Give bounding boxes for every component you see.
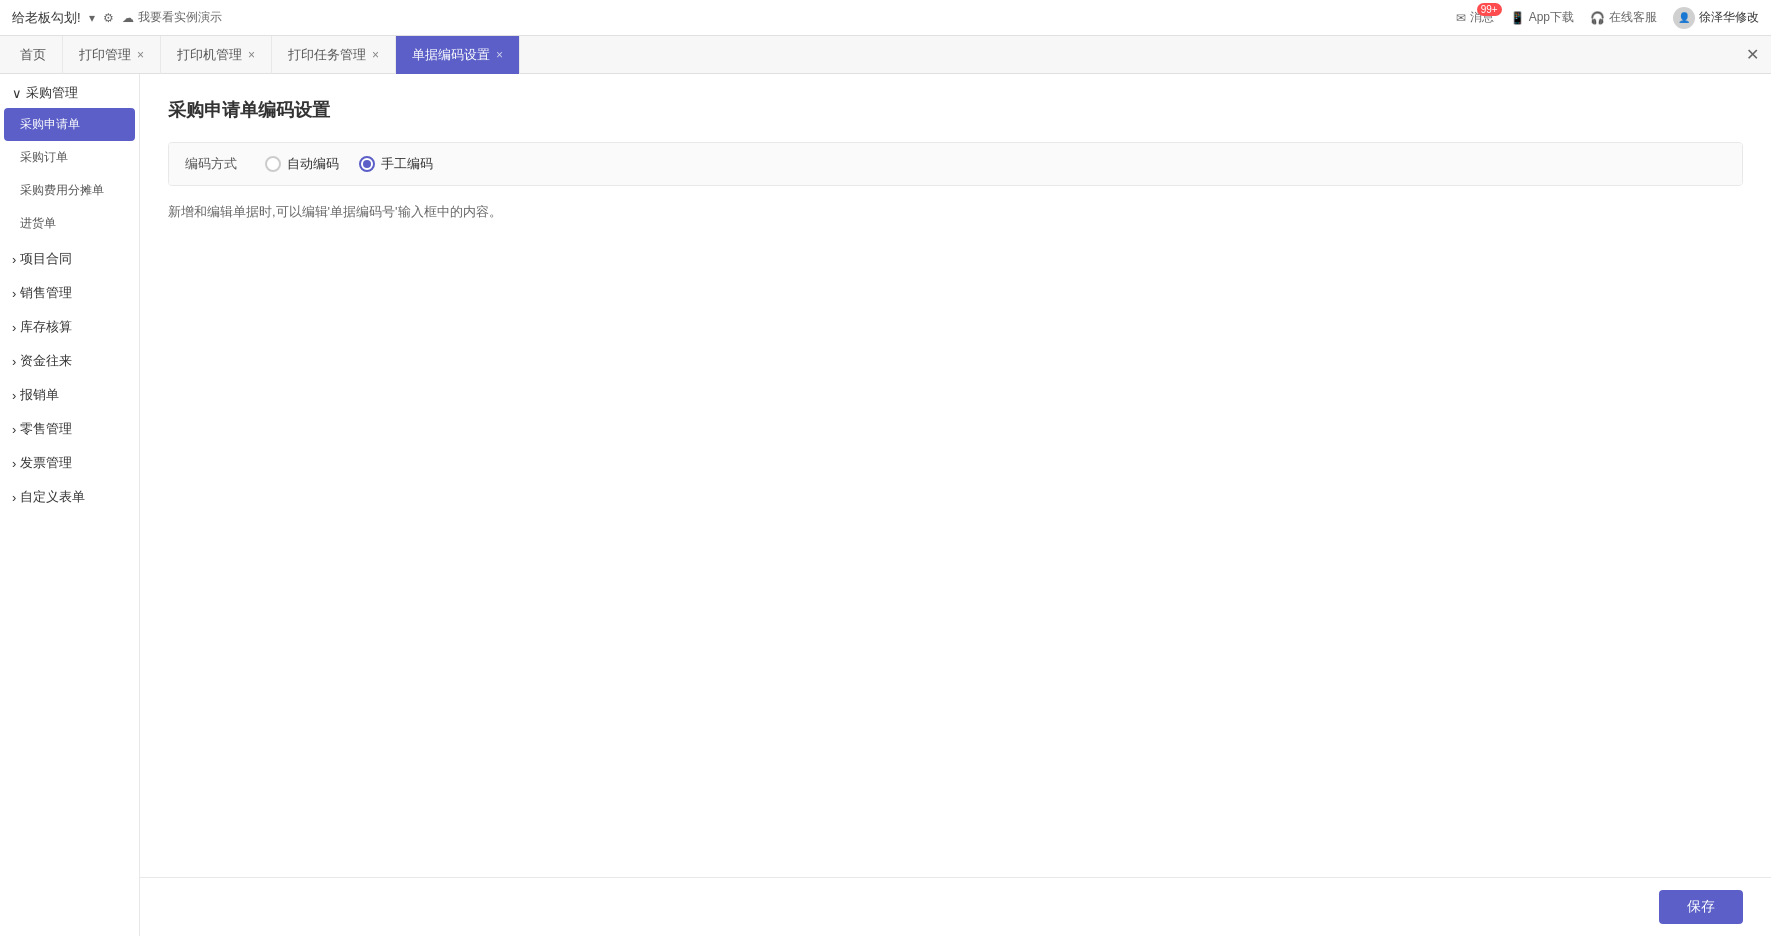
sidebar-group-project-contract-label: 项目合同 [20, 250, 72, 268]
tab-print-mgmt-label: 打印管理 [79, 46, 131, 64]
tab-print-task-label: 打印任务管理 [288, 46, 366, 64]
top-bar: 给老板勾划! ▾ ⚙ ☁ 我要看实例演示 ✉ 消息 99+ 📱 App下载 🎧 … [0, 0, 1771, 36]
main-layout: ∨ 采购管理 采购申请单 采购订单 采购费用分摊单 进货单 › 项目合同 › 销… [0, 74, 1771, 936]
chevron-right-icon-3: › [12, 320, 16, 335]
content-inner: 采购申请单编码设置 编码方式 自动编码 手工编码 [140, 74, 1771, 877]
tab-print-task[interactable]: 打印任务管理 × [272, 36, 396, 74]
page-title: 采购申请单编码设置 [168, 98, 1743, 122]
cloud-icon: ☁ [122, 11, 134, 25]
message-badge: 99+ [1477, 3, 1502, 16]
sidebar-item-purchase-request[interactable]: 采购申请单 [4, 108, 135, 141]
radio-auto-encoding[interactable]: 自动编码 [265, 155, 339, 173]
radio-manual-encoding[interactable]: 手工编码 [359, 155, 433, 173]
message-icon: ✉ [1456, 11, 1466, 25]
customer-service-button[interactable]: 🎧 在线客服 [1590, 9, 1657, 26]
settings-icon[interactable]: ⚙ [103, 11, 114, 25]
sidebar-group-returns-header[interactable]: › 报销单 [0, 376, 139, 410]
sidebar-group-custom-forms-header[interactable]: › 自定义表单 [0, 478, 139, 512]
sidebar-item-goods-receipt-label: 进货单 [20, 216, 56, 230]
save-button[interactable]: 保存 [1659, 890, 1743, 924]
tab-printer-mgmt-label: 打印机管理 [177, 46, 242, 64]
sidebar-group-inventory-header[interactable]: › 库存核算 [0, 308, 139, 342]
sidebar-item-purchase-expense[interactable]: 采购费用分摊单 [0, 174, 139, 207]
sidebar-group-inventory-label: 库存核算 [20, 318, 72, 336]
avatar: 👤 [1673, 7, 1695, 29]
app-download-button[interactable]: 📱 App下载 [1510, 9, 1574, 26]
chevron-right-icon-2: › [12, 286, 16, 301]
sidebar-group-funds-label: 资金往来 [20, 352, 72, 370]
demo-link[interactable]: ☁ 我要看实例演示 [122, 9, 222, 26]
tab-barcode-settings-label: 单据编码设置 [412, 46, 490, 64]
radio-auto-circle [265, 156, 281, 172]
radio-auto-label: 自动编码 [287, 155, 339, 173]
tab-print-mgmt-close[interactable]: × [137, 48, 144, 62]
sidebar-group-purchase-mgmt-header[interactable]: ∨ 采购管理 [0, 74, 139, 108]
chevron-right-icon-4: › [12, 354, 16, 369]
encoding-radio-group: 自动编码 手工编码 [265, 155, 433, 173]
tabs-bar: 首页 打印管理 × 打印机管理 × 打印任务管理 × 单据编码设置 × ✕ [0, 36, 1771, 74]
tab-print-task-close[interactable]: × [372, 48, 379, 62]
sidebar-group-funds-header[interactable]: › 资金往来 [0, 342, 139, 376]
sidebar-item-purchase-expense-label: 采购费用分摊单 [20, 183, 104, 197]
tab-printer-mgmt-close[interactable]: × [248, 48, 255, 62]
encoding-method-row: 编码方式 自动编码 手工编码 [169, 143, 1742, 185]
tab-printer-mgmt[interactable]: 打印机管理 × [161, 36, 272, 74]
sidebar-group-retail-header[interactable]: › 零售管理 [0, 410, 139, 444]
sidebar-group-purchase-mgmt-label: 采购管理 [26, 84, 78, 102]
hint-text: 新增和编辑单据时,可以编辑'单据编码号'输入框中的内容。 [168, 202, 1743, 223]
tab-barcode-settings[interactable]: 单据编码设置 × [396, 36, 520, 74]
tab-home-label: 首页 [20, 46, 46, 64]
sidebar-item-purchase-order-label: 采购订单 [20, 150, 68, 164]
chevron-right-icon-5: › [12, 388, 16, 403]
user-menu[interactable]: 👤 徐泽华修改 [1673, 7, 1759, 29]
dropdown-icon[interactable]: ▾ [89, 11, 95, 25]
tab-print-mgmt[interactable]: 打印管理 × [63, 36, 161, 74]
tab-barcode-settings-close[interactable]: × [496, 48, 503, 62]
tab-home[interactable]: 首页 [4, 36, 63, 74]
radio-manual-label: 手工编码 [381, 155, 433, 173]
sidebar-item-purchase-request-label: 采购申请单 [20, 117, 80, 131]
chevron-right-icon-6: › [12, 422, 16, 437]
content-footer: 保存 [140, 877, 1771, 936]
sidebar-group-sales-mgmt-header[interactable]: › 销售管理 [0, 274, 139, 308]
radio-manual-dot [363, 160, 371, 168]
encoding-form: 编码方式 自动编码 手工编码 [168, 142, 1743, 186]
sidebar-group-purchase-mgmt: ∨ 采购管理 采购申请单 采购订单 采购费用分摊单 进货单 [0, 74, 139, 240]
sidebar-group-returns-label: 报销单 [20, 386, 59, 404]
content-area: 采购申请单编码设置 编码方式 自动编码 手工编码 [140, 74, 1771, 936]
encoding-method-label: 编码方式 [185, 155, 265, 173]
chevron-right-icon-1: › [12, 252, 16, 267]
chevron-right-icon-7: › [12, 456, 16, 471]
top-bar-right: ✉ 消息 99+ 📱 App下载 🎧 在线客服 👤 徐泽华修改 [1456, 7, 1759, 29]
sidebar-group-project-contract-header[interactable]: › 项目合同 [0, 240, 139, 274]
tabs-close-all[interactable]: ✕ [1738, 45, 1767, 64]
user-name: 徐泽华修改 [1699, 9, 1759, 26]
chevron-down-icon: ∨ [12, 86, 22, 101]
sidebar-item-goods-receipt[interactable]: 进货单 [0, 207, 139, 240]
radio-manual-circle [359, 156, 375, 172]
sidebar: ∨ 采购管理 采购申请单 采购订单 采购费用分摊单 进货单 › 项目合同 › 销… [0, 74, 140, 936]
sidebar-item-purchase-order[interactable]: 采购订单 [0, 141, 139, 174]
top-bar-left: 给老板勾划! ▾ ⚙ ☁ 我要看实例演示 [12, 9, 222, 27]
sidebar-group-sales-mgmt-label: 销售管理 [20, 284, 72, 302]
phone-icon: 📱 [1510, 11, 1525, 25]
sidebar-group-invoice-label: 发票管理 [20, 454, 72, 472]
sidebar-group-custom-forms-label: 自定义表单 [20, 488, 85, 506]
sidebar-group-retail-label: 零售管理 [20, 420, 72, 438]
brand-text: 给老板勾划! [12, 9, 81, 27]
chevron-right-icon-8: › [12, 490, 16, 505]
headset-icon: 🎧 [1590, 11, 1605, 25]
sidebar-group-invoice-header[interactable]: › 发票管理 [0, 444, 139, 478]
messages-button[interactable]: ✉ 消息 99+ [1456, 9, 1494, 26]
